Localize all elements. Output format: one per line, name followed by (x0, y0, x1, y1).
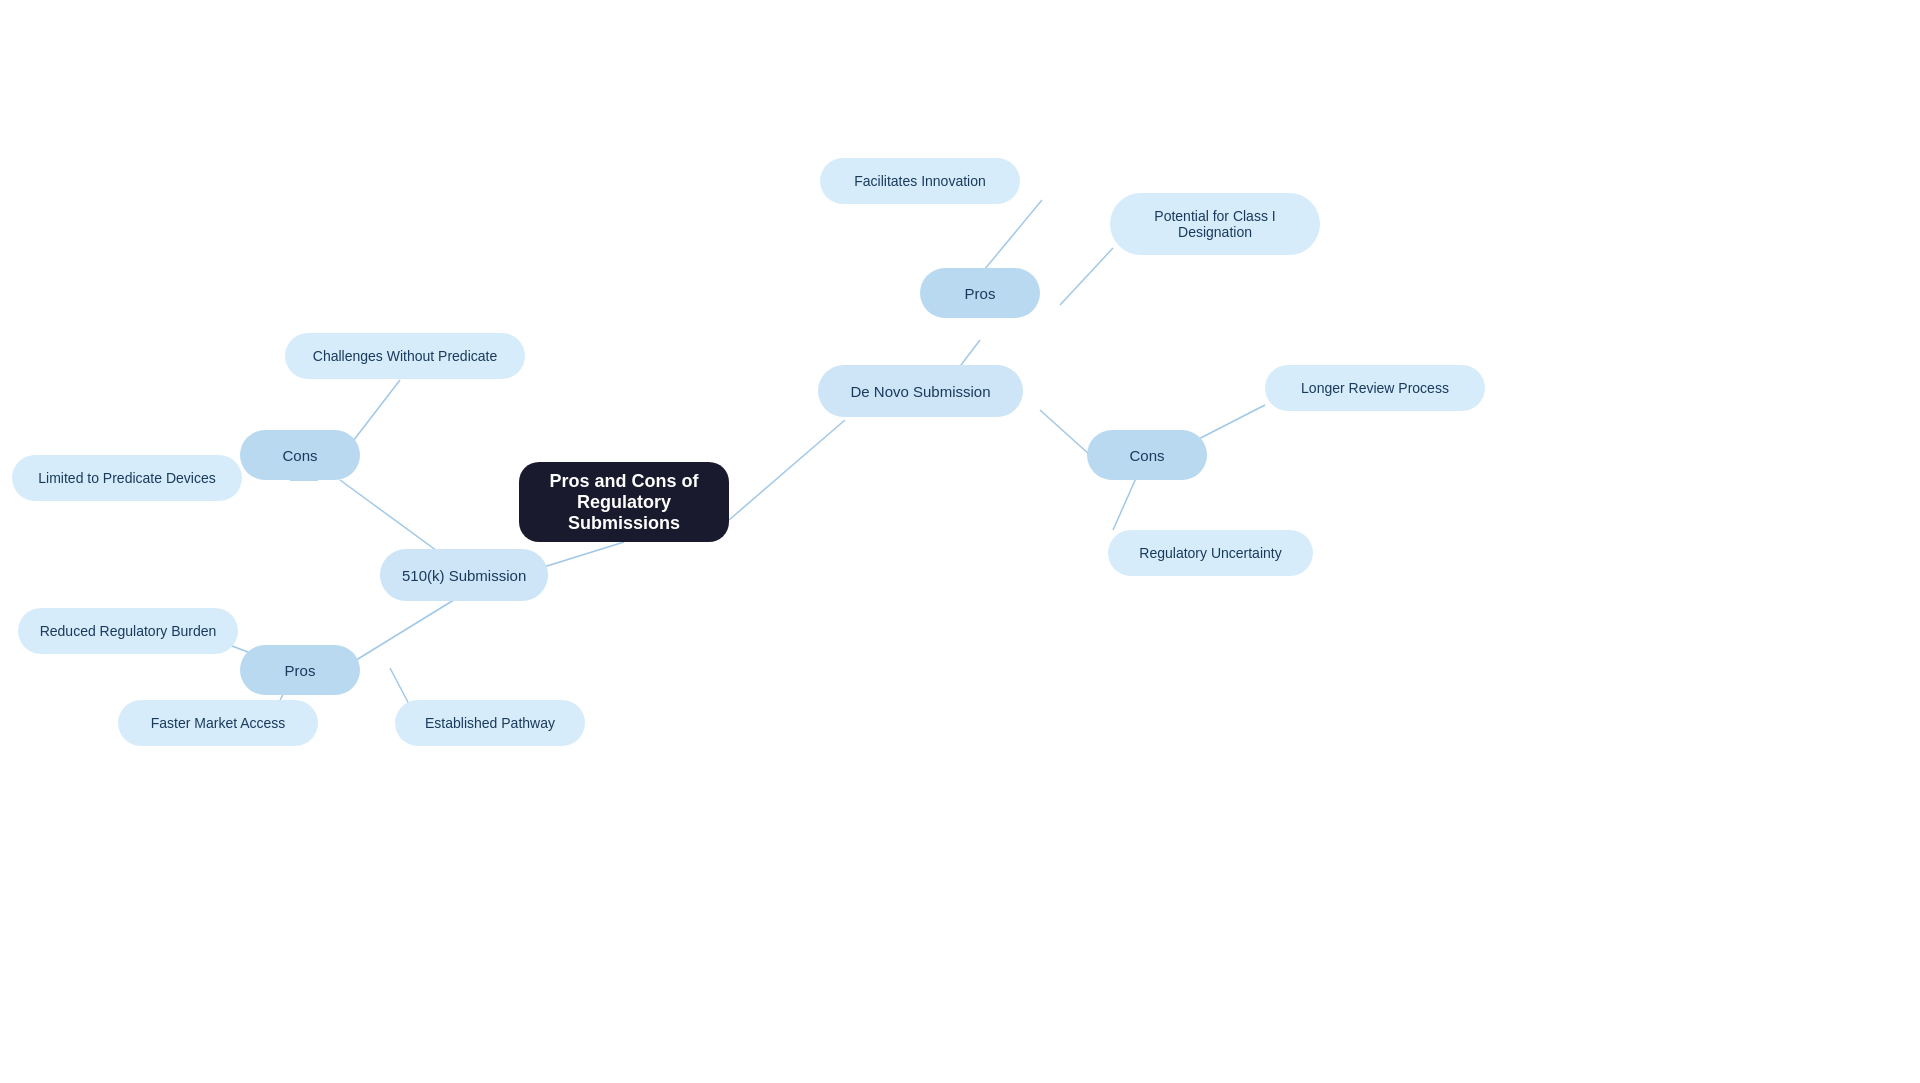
svg-line-8 (729, 420, 845, 520)
challenges-label: Challenges Without Predicate (313, 348, 497, 364)
node-de-novo[interactable]: De Novo Submission (818, 365, 1023, 417)
potential-class-i-label: Potential for Class I Designation (1128, 208, 1302, 240)
cons-de-novo-label: Cons (1129, 447, 1164, 464)
node-potential-class-i[interactable]: Potential for Class I Designation (1110, 193, 1320, 255)
established-pathway-label: Established Pathway (425, 715, 555, 731)
node-cons-510k[interactable]: Cons (240, 430, 360, 480)
center-node[interactable]: Pros and Cons of Regulatory Submissions (519, 462, 729, 542)
node-faster-market[interactable]: Faster Market Access (118, 700, 318, 746)
node-cons-de-novo[interactable]: Cons (1087, 430, 1207, 480)
node-limited-predicate[interactable]: Limited to Predicate Devices (12, 455, 242, 501)
node-510k-submission[interactable]: 510(k) Submission (380, 549, 548, 601)
limited-predicate-label: Limited to Predicate Devices (38, 470, 215, 486)
facilitates-innovation-label: Facilitates Innovation (854, 173, 986, 189)
node-longer-review[interactable]: Longer Review Process (1265, 365, 1485, 411)
pros-510k-label: Pros (285, 662, 316, 679)
cons-510k-label: Cons (282, 447, 317, 464)
node-pros-510k[interactable]: Pros (240, 645, 360, 695)
node-reduced-burden[interactable]: Reduced Regulatory Burden (18, 608, 238, 654)
svg-line-4 (340, 590, 470, 670)
regulatory-uncertainty-label: Regulatory Uncertainty (1139, 545, 1281, 561)
pros-de-novo-label: Pros (965, 285, 996, 302)
node-established-pathway[interactable]: Established Pathway (395, 700, 585, 746)
node-facilitates-innovation[interactable]: Facilitates Innovation (820, 158, 1020, 204)
svg-line-11 (1060, 248, 1113, 305)
center-label: Pros and Cons of Regulatory Submissions (539, 471, 709, 534)
de-novo-label: De Novo Submission (850, 383, 990, 400)
longer-review-label: Longer Review Process (1301, 380, 1449, 396)
node-regulatory-uncertainty[interactable]: Regulatory Uncertainty (1108, 530, 1313, 576)
node-challenges-without-predicate[interactable]: Challenges Without Predicate (285, 333, 525, 379)
faster-market-label: Faster Market Access (151, 715, 286, 731)
svg-line-12 (1040, 410, 1090, 455)
node-pros-de-novo[interactable]: Pros (920, 268, 1040, 318)
svg-line-14 (1113, 476, 1137, 530)
reduced-burden-label: Reduced Regulatory Burden (40, 623, 217, 639)
510k-label: 510(k) Submission (402, 567, 526, 584)
